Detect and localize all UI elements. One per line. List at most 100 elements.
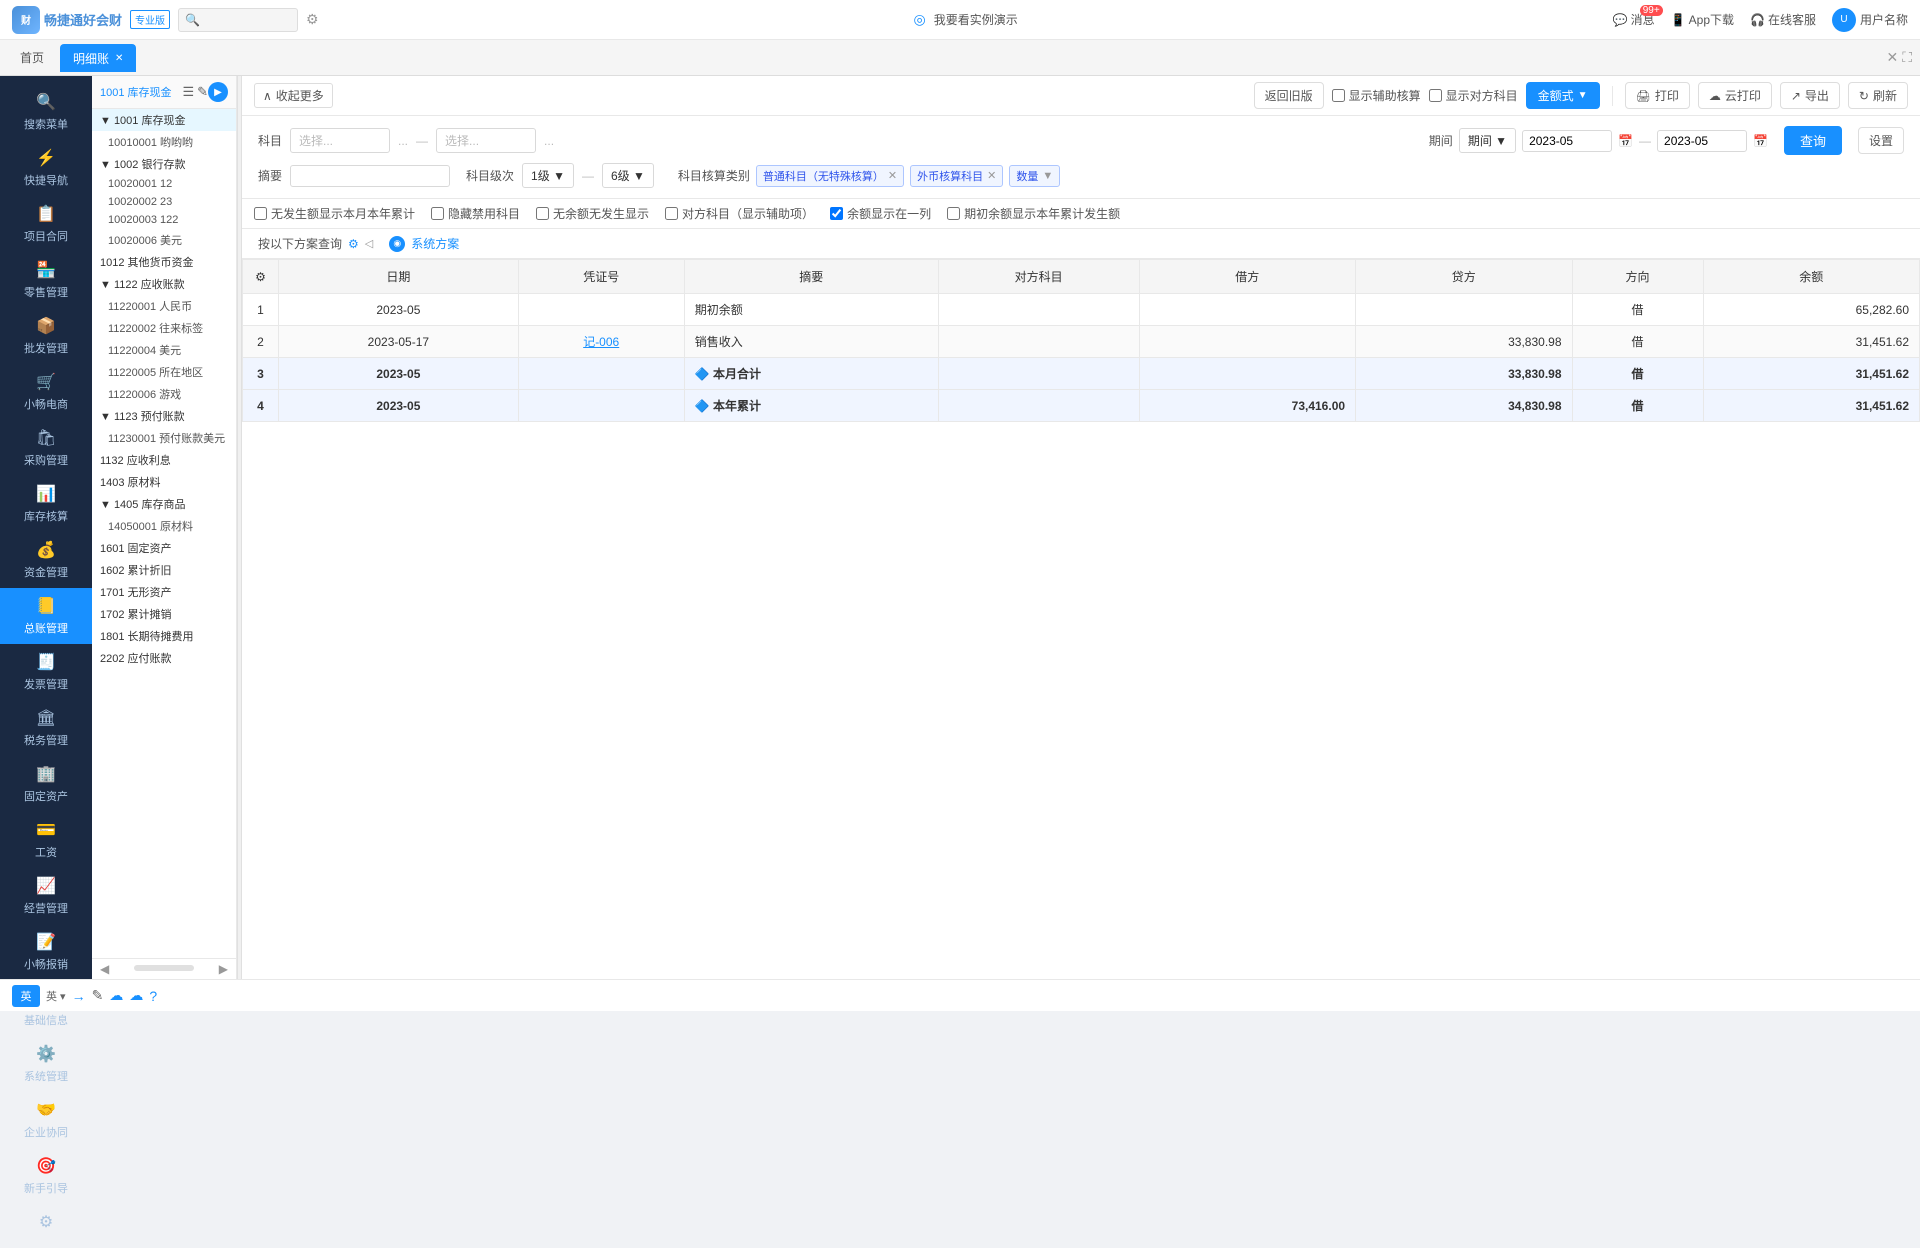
tree-item-11220006[interactable]: 11220006 游戏 [92, 383, 236, 405]
collapse-arrow-icon[interactable]: ◁ [365, 237, 373, 250]
kemu-check-tag3-close[interactable]: ▼ [1042, 170, 1053, 182]
tree-item-2202[interactable]: 2202 应付账款 [92, 647, 236, 669]
cb-no-balance[interactable]: 无发生额显示本月本年累计 [254, 205, 415, 222]
period-start-input[interactable] [1522, 130, 1612, 152]
settings-btn[interactable]: 设置 [1858, 127, 1904, 154]
tree-item-1403[interactable]: 1403 原材料 [92, 471, 236, 493]
tree-item-10020006[interactable]: 10020006 美元 [92, 229, 236, 251]
bottom-cloud-icon1[interactable]: ☁ [109, 987, 123, 1004]
sidebar-item-tax[interactable]: 🏛 税务管理 [0, 700, 92, 756]
tree-item-10020003[interactable]: 10020003 122 [92, 211, 236, 229]
sidebar-item-assets[interactable]: 🏢 固定资产 [0, 756, 92, 812]
tab-close-icon[interactable]: ✕ [115, 53, 123, 64]
sidebar-item-inventory[interactable]: 📊 库存核算 [0, 476, 92, 532]
cb-no-balance-input[interactable] [254, 207, 267, 220]
tree-scroll[interactable]: ▼ 1001 库存现金 10010001 哟哟哟 ▼ 1002 银行存款 100… [92, 109, 236, 958]
system-plan-btn[interactable]: ◉ 系统方案 [389, 235, 459, 252]
tree-item-10020001[interactable]: 10020001 12 [92, 175, 236, 193]
cb-counterpart[interactable]: 对方科目（显示辅助项） [665, 205, 814, 222]
period-end-input[interactable] [1657, 130, 1747, 152]
print-btn[interactable]: 🖨 打印 [1625, 82, 1690, 109]
cb-initial-balance[interactable]: 期初余额显示本年累计发生额 [947, 205, 1120, 222]
cb-counterpart-input[interactable] [665, 207, 678, 220]
period-end-calendar-icon[interactable]: 📅 [1753, 134, 1768, 148]
tree-scrollbar[interactable] [134, 965, 194, 971]
tree-item-11220002[interactable]: 11220002 往来标签 [92, 317, 236, 339]
cb-hide-disabled[interactable]: 隐藏禁用科目 [431, 205, 520, 222]
tree-scroll-right[interactable]: ▶ [219, 962, 228, 976]
mode-select-btn[interactable]: 金额式 ▼ [1526, 82, 1600, 109]
account-nav-btn[interactable]: ▶ [208, 82, 228, 102]
kemu-check-tag1-close[interactable]: ✕ [888, 169, 897, 182]
sidebar-item-report[interactable]: 📝 小畅报销 [0, 924, 92, 980]
tree-item-1012[interactable]: 1012 其他货币资金 [92, 251, 236, 273]
sidebar-item-system[interactable]: ⚙️ 系统管理 [0, 1036, 92, 1092]
sidebar-settings-btn[interactable]: ⚙ [39, 1204, 53, 1240]
sidebar-item-salary[interactable]: 💳 工资 [0, 812, 92, 868]
bottom-cloud-icon2[interactable]: ☁ [129, 987, 143, 1004]
tab-maximize-btn[interactable]: ⛶ [1902, 49, 1912, 66]
tree-item-11220004[interactable]: 11220004 美元 [92, 339, 236, 361]
user-avatar[interactable]: U 用户名称 [1832, 8, 1908, 32]
expand-more-btn[interactable]: ∧ 收起更多 [254, 83, 333, 108]
tree-item-1602[interactable]: 1602 累计折旧 [92, 559, 236, 581]
cb-balance-col[interactable]: 余额显示在一列 [830, 205, 931, 222]
tree-item-1405[interactable]: ▼ 1405 库存商品 [92, 493, 236, 515]
sidebar-item-invoice[interactable]: 🧾 发票管理 [0, 644, 92, 700]
sidebar-item-accounting[interactable]: 📒 总账管理 [0, 588, 92, 644]
app-download-btn[interactable]: 📱 App下载 [1671, 11, 1734, 28]
tree-item-1601[interactable]: 1601 固定资产 [92, 537, 236, 559]
settings-gear-icon[interactable]: ⚙ [348, 237, 359, 251]
export-btn[interactable]: ↗ 导出 [1780, 82, 1840, 109]
sidebar-item-business[interactable]: 📈 经营管理 [0, 868, 92, 924]
period-type-select[interactable]: 期间 ▼ [1459, 128, 1516, 153]
tab-close-window-btn[interactable]: ✕ [1886, 49, 1898, 66]
tree-item-1123[interactable]: ▼ 1123 预付账款 [92, 405, 236, 427]
return-old-btn[interactable]: 返回旧版 [1254, 82, 1324, 109]
sidebar-item-search[interactable]: 🔍 搜索菜单 [0, 84, 92, 140]
sidebar-item-purchase[interactable]: 🛍 采购管理 [0, 420, 92, 476]
kemu-level-to-select[interactable]: 6级 ▼ [602, 163, 654, 188]
voucher-link[interactable]: 记-006 [583, 335, 619, 349]
kemu-check-tag2-close[interactable]: ✕ [987, 169, 996, 182]
tree-item-1132[interactable]: 1132 应收利息 [92, 449, 236, 471]
tab-ledger[interactable]: 明细账 ✕ [60, 44, 136, 72]
tree-item-1122[interactable]: ▼ 1122 应收账款 [92, 273, 236, 295]
cb-balance-col-input[interactable] [830, 207, 843, 220]
kemu-input[interactable]: 选择... [290, 128, 390, 153]
sidebar-item-ecommerce[interactable]: 🛒 小畅电商 [0, 364, 92, 420]
search-bar[interactable]: 🔍 [178, 8, 298, 32]
kemu-input2[interactable]: 选择... [436, 128, 536, 153]
sidebar-item-quick-nav[interactable]: ⚡ 快捷导航 [0, 140, 92, 196]
tree-item-1002[interactable]: ▼ 1002 银行存款 [92, 153, 236, 175]
sidebar-item-agreement[interactable]: 🤝 企业协同 [0, 1092, 92, 1148]
bottom-help-icon[interactable]: ? [149, 988, 157, 1004]
bottom-right-arrow[interactable]: → [72, 988, 86, 1004]
tree-item-11230001[interactable]: 11230001 预付账款美元 [92, 427, 236, 449]
sidebar-item-project[interactable]: 📋 项目合同 [0, 196, 92, 252]
cb-hide-disabled-input[interactable] [431, 207, 444, 220]
tree-item-11220005[interactable]: 11220005 所在地区 [92, 361, 236, 383]
table-container[interactable]: ⚙ 日期 凭证号 摘要 对方科目 借方 贷方 方向 余额 1 [242, 259, 1920, 979]
tab-home[interactable]: 首页 [8, 44, 56, 72]
cb-no-zero[interactable]: 无余额无发生显示 [536, 205, 649, 222]
sidebar-item-guide[interactable]: 🎯 新手引导 [0, 1148, 92, 1204]
summary-input[interactable] [290, 165, 450, 187]
kemu-level-from-select[interactable]: 1级 ▼ [522, 163, 574, 188]
tree-item-1801[interactable]: 1801 长期待摊费用 [92, 625, 236, 647]
bottom-edit-icon[interactable]: ✎ [92, 987, 104, 1004]
tree-item-1702[interactable]: 1702 累计摊销 [92, 603, 236, 625]
tree-list-icon[interactable]: ☰ [182, 84, 194, 100]
demo-link[interactable]: 我要看实例演示 [934, 11, 1018, 28]
settings-icon[interactable]: ⚙ [306, 11, 319, 28]
cloud-print-btn[interactable]: ☁ 云打印 [1698, 82, 1772, 109]
sidebar-item-retail[interactable]: 🏪 零售管理 [0, 252, 92, 308]
refresh-btn[interactable]: ↻ 刷新 [1848, 82, 1908, 109]
tree-item-14050001[interactable]: 14050001 原材料 [92, 515, 236, 537]
online-service-btn[interactable]: 🎧 在线客服 [1750, 11, 1816, 28]
tree-edit-icon[interactable]: ✎ [197, 84, 208, 100]
sidebar-item-capital[interactable]: 💰 资金管理 [0, 532, 92, 588]
cb-no-zero-input[interactable] [536, 207, 549, 220]
period-start-calendar-icon[interactable]: 📅 [1618, 134, 1633, 148]
tree-item-11220001[interactable]: 11220001 人民币 [92, 295, 236, 317]
